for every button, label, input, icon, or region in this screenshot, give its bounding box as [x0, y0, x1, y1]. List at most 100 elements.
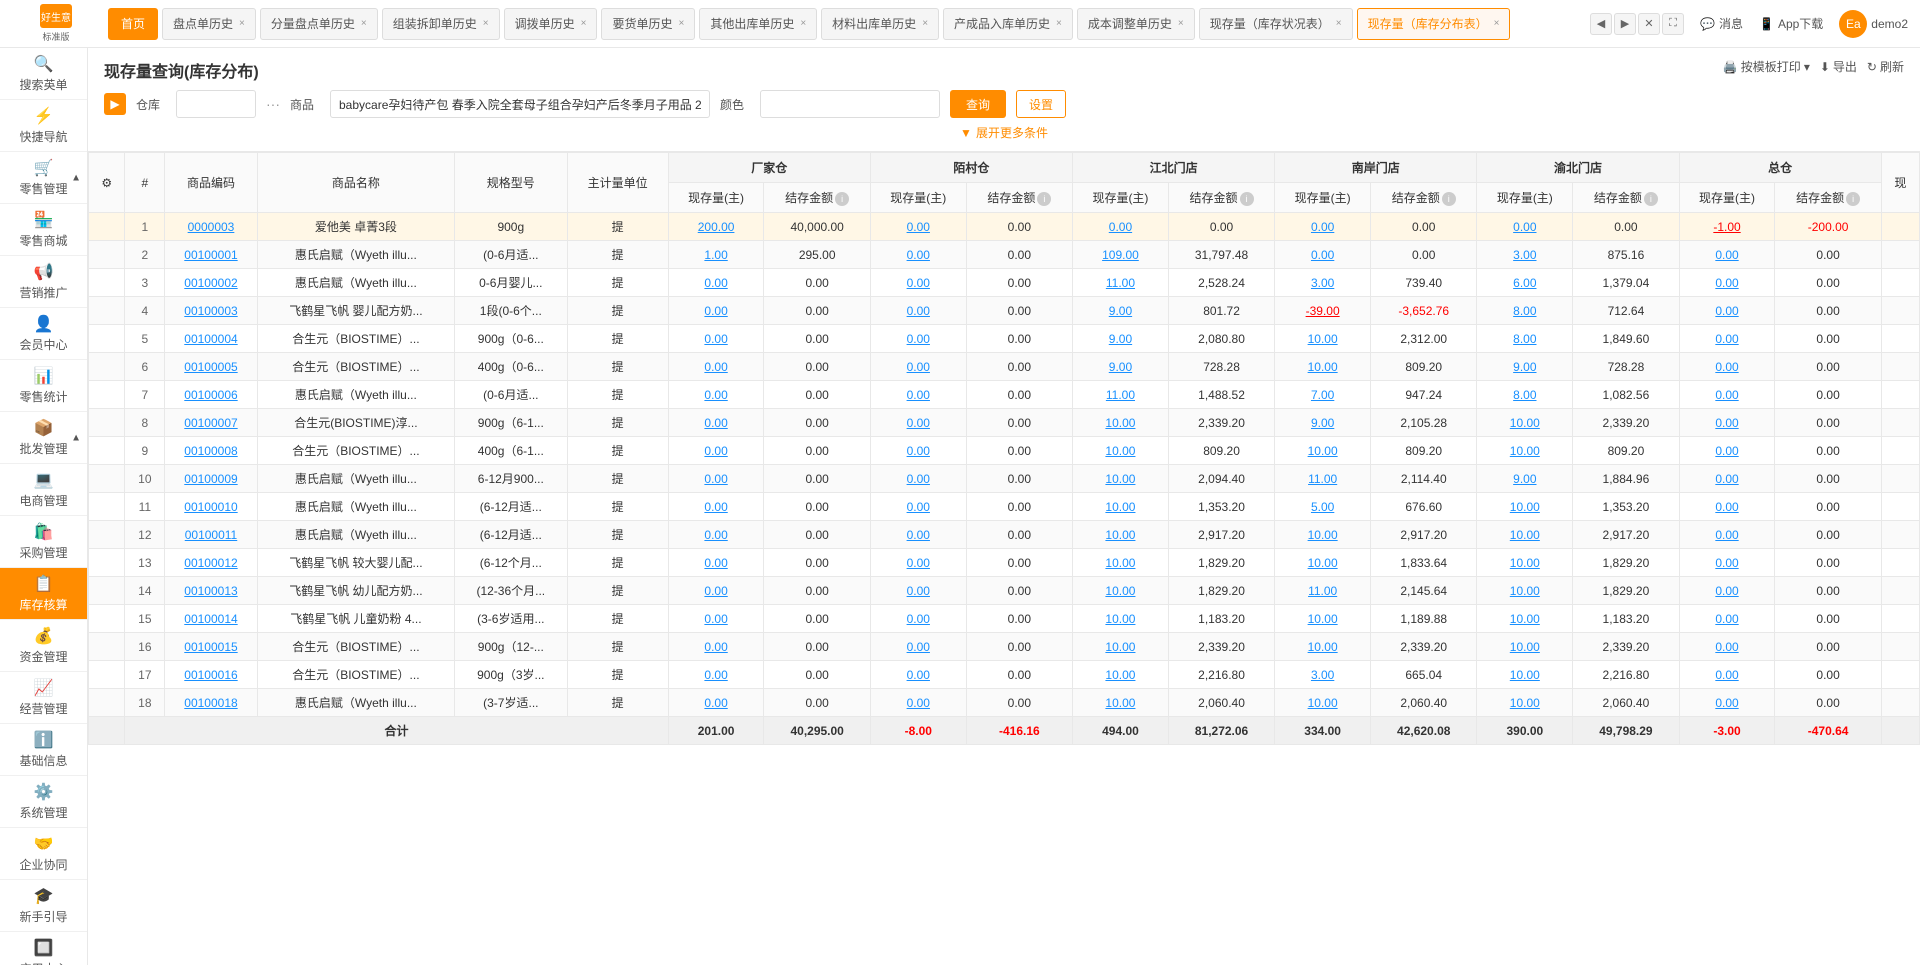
- cell-14[interactable]: 10.00: [1477, 577, 1573, 605]
- tab-close-t11[interactable]: ×: [1494, 18, 1500, 29]
- cell-6[interactable]: 200.00: [668, 213, 764, 241]
- print-btn[interactable]: 🖨️ 按模板打印 ▾: [1723, 58, 1810, 75]
- cell-2[interactable]: 00100011: [165, 521, 257, 549]
- expand-more-btn[interactable]: ▼ 展开更多条件: [104, 124, 1904, 141]
- cell-16[interactable]: 0.00: [1679, 493, 1775, 521]
- cell-11[interactable]: 2,339.20: [1168, 633, 1274, 661]
- cell-12[interactable]: 10.00: [1275, 521, 1371, 549]
- cell-11[interactable]: 728.28: [1168, 353, 1274, 381]
- cell-16[interactable]: 0.00: [1679, 577, 1775, 605]
- cell-16[interactable]: 0.00: [1679, 269, 1775, 297]
- cell-2[interactable]: 00100006: [165, 381, 257, 409]
- cell-8[interactable]: 0.00: [870, 269, 966, 297]
- setting-button[interactable]: 设置: [1016, 90, 1066, 118]
- village-amt-info[interactable]: i: [1037, 192, 1051, 206]
- cell-7[interactable]: 0.00: [764, 549, 870, 577]
- cell-6[interactable]: 0.00: [668, 493, 764, 521]
- cell-8[interactable]: 0.00: [870, 381, 966, 409]
- filter-expand-btn[interactable]: ▶: [104, 93, 126, 115]
- cell-9[interactable]: 0.00: [966, 661, 1072, 689]
- cell-2[interactable]: 00100010: [165, 493, 257, 521]
- cell-2[interactable]: 00100012: [165, 549, 257, 577]
- tab-close-t9[interactable]: ×: [1178, 18, 1184, 29]
- tab-t3[interactable]: 组装拆卸单历史×: [382, 8, 500, 40]
- cell-7[interactable]: 0.00: [764, 269, 870, 297]
- cell-10[interactable]: 10.00: [1073, 437, 1169, 465]
- cell-10[interactable]: 10.00: [1073, 549, 1169, 577]
- cell-11[interactable]: 1,829.20: [1168, 549, 1274, 577]
- cell-6[interactable]: 0.00: [668, 465, 764, 493]
- cell-10[interactable]: 10.00: [1073, 409, 1169, 437]
- cell-15[interactable]: 1,829.20: [1573, 549, 1679, 577]
- cell-13[interactable]: 2,060.40: [1371, 689, 1477, 717]
- cell-11[interactable]: 2,528.24: [1168, 269, 1274, 297]
- cell-2[interactable]: 00100001: [165, 241, 257, 269]
- cell-8[interactable]: 0.00: [870, 689, 966, 717]
- cell-13[interactable]: 809.20: [1371, 353, 1477, 381]
- color-input[interactable]: [760, 90, 940, 118]
- cell-12[interactable]: 10.00: [1275, 325, 1371, 353]
- sidebar-item-经营管理[interactable]: 📈经营管理: [0, 672, 87, 724]
- cell-11[interactable]: 2,094.40: [1168, 465, 1274, 493]
- cell-9[interactable]: 0.00: [966, 521, 1072, 549]
- cell-17[interactable]: 0.00: [1775, 297, 1881, 325]
- cell-10[interactable]: 10.00: [1073, 577, 1169, 605]
- sidebar-item-快捷导航[interactable]: ⚡快捷导航: [0, 100, 87, 152]
- tab-close-t10[interactable]: ×: [1336, 18, 1342, 29]
- cell-14[interactable]: 8.00: [1477, 381, 1573, 409]
- cell-17[interactable]: 0.00: [1775, 633, 1881, 661]
- cell-15[interactable]: 2,060.40: [1573, 689, 1679, 717]
- cell-6[interactable]: 0.00: [668, 297, 764, 325]
- cell-11[interactable]: 1,353.20: [1168, 493, 1274, 521]
- cell-8[interactable]: 0.00: [870, 325, 966, 353]
- cell-11[interactable]: 2,216.80: [1168, 661, 1274, 689]
- cell-10[interactable]: 9.00: [1073, 325, 1169, 353]
- cell-9[interactable]: 0.00: [966, 241, 1072, 269]
- cell-13[interactable]: 1,189.88: [1371, 605, 1477, 633]
- cell-14[interactable]: 10.00: [1477, 521, 1573, 549]
- cell-12[interactable]: 10.00: [1275, 437, 1371, 465]
- cell-6[interactable]: 0.00: [668, 521, 764, 549]
- query-button[interactable]: 查询: [950, 90, 1006, 118]
- cell-13[interactable]: 676.60: [1371, 493, 1477, 521]
- cell-13[interactable]: 0.00: [1371, 241, 1477, 269]
- cell-16[interactable]: 0.00: [1679, 381, 1775, 409]
- cell-11[interactable]: 0.00: [1168, 213, 1274, 241]
- tab-fullscreen-btn[interactable]: ⛶: [1662, 13, 1684, 35]
- cell-14[interactable]: 8.00: [1477, 297, 1573, 325]
- cell-8[interactable]: 0.00: [870, 241, 966, 269]
- tab-t8[interactable]: 产成品入库单历史×: [943, 8, 1073, 40]
- cell-9[interactable]: 0.00: [966, 577, 1072, 605]
- cell-7[interactable]: 0.00: [764, 689, 870, 717]
- cell-8[interactable]: 0.00: [870, 409, 966, 437]
- cell-13[interactable]: 0.00: [1371, 213, 1477, 241]
- cell-14[interactable]: 10.00: [1477, 549, 1573, 577]
- cell-7[interactable]: 0.00: [764, 437, 870, 465]
- tab-home[interactable]: 首页: [108, 8, 158, 40]
- refresh-btn[interactable]: ↻ 刷新: [1867, 58, 1904, 75]
- cell-12[interactable]: 10.00: [1275, 549, 1371, 577]
- cell-15[interactable]: 809.20: [1573, 437, 1679, 465]
- sidebar-item-零售管理[interactable]: 🛒零售管理▲: [0, 152, 87, 204]
- cell-17[interactable]: 0.00: [1775, 381, 1881, 409]
- sidebar-item-零售统计[interactable]: 📊零售统计: [0, 360, 87, 412]
- factory-amt-info[interactable]: i: [835, 192, 849, 206]
- cell-11[interactable]: 2,339.20: [1168, 409, 1274, 437]
- cell-10[interactable]: 11.00: [1073, 381, 1169, 409]
- tab-t4[interactable]: 调拨单历史×: [504, 8, 598, 40]
- yubei-amt-info[interactable]: i: [1644, 192, 1658, 206]
- cell-7[interactable]: 40,000.00: [764, 213, 870, 241]
- cell-8[interactable]: 0.00: [870, 437, 966, 465]
- cell-9[interactable]: 0.00: [966, 269, 1072, 297]
- cell-2[interactable]: 0000003: [165, 213, 257, 241]
- tab-close-t3[interactable]: ×: [483, 18, 489, 29]
- cell-13[interactable]: 2,145.64: [1371, 577, 1477, 605]
- cell-15[interactable]: 1,353.20: [1573, 493, 1679, 521]
- cell-6[interactable]: 0.00: [668, 381, 764, 409]
- cell-7[interactable]: 0.00: [764, 605, 870, 633]
- cell-14[interactable]: 10.00: [1477, 493, 1573, 521]
- cell-11[interactable]: 801.72: [1168, 297, 1274, 325]
- sidebar-item-系统管理[interactable]: ⚙️系统管理: [0, 776, 87, 828]
- cell-8[interactable]: 0.00: [870, 521, 966, 549]
- cell-7[interactable]: 0.00: [764, 297, 870, 325]
